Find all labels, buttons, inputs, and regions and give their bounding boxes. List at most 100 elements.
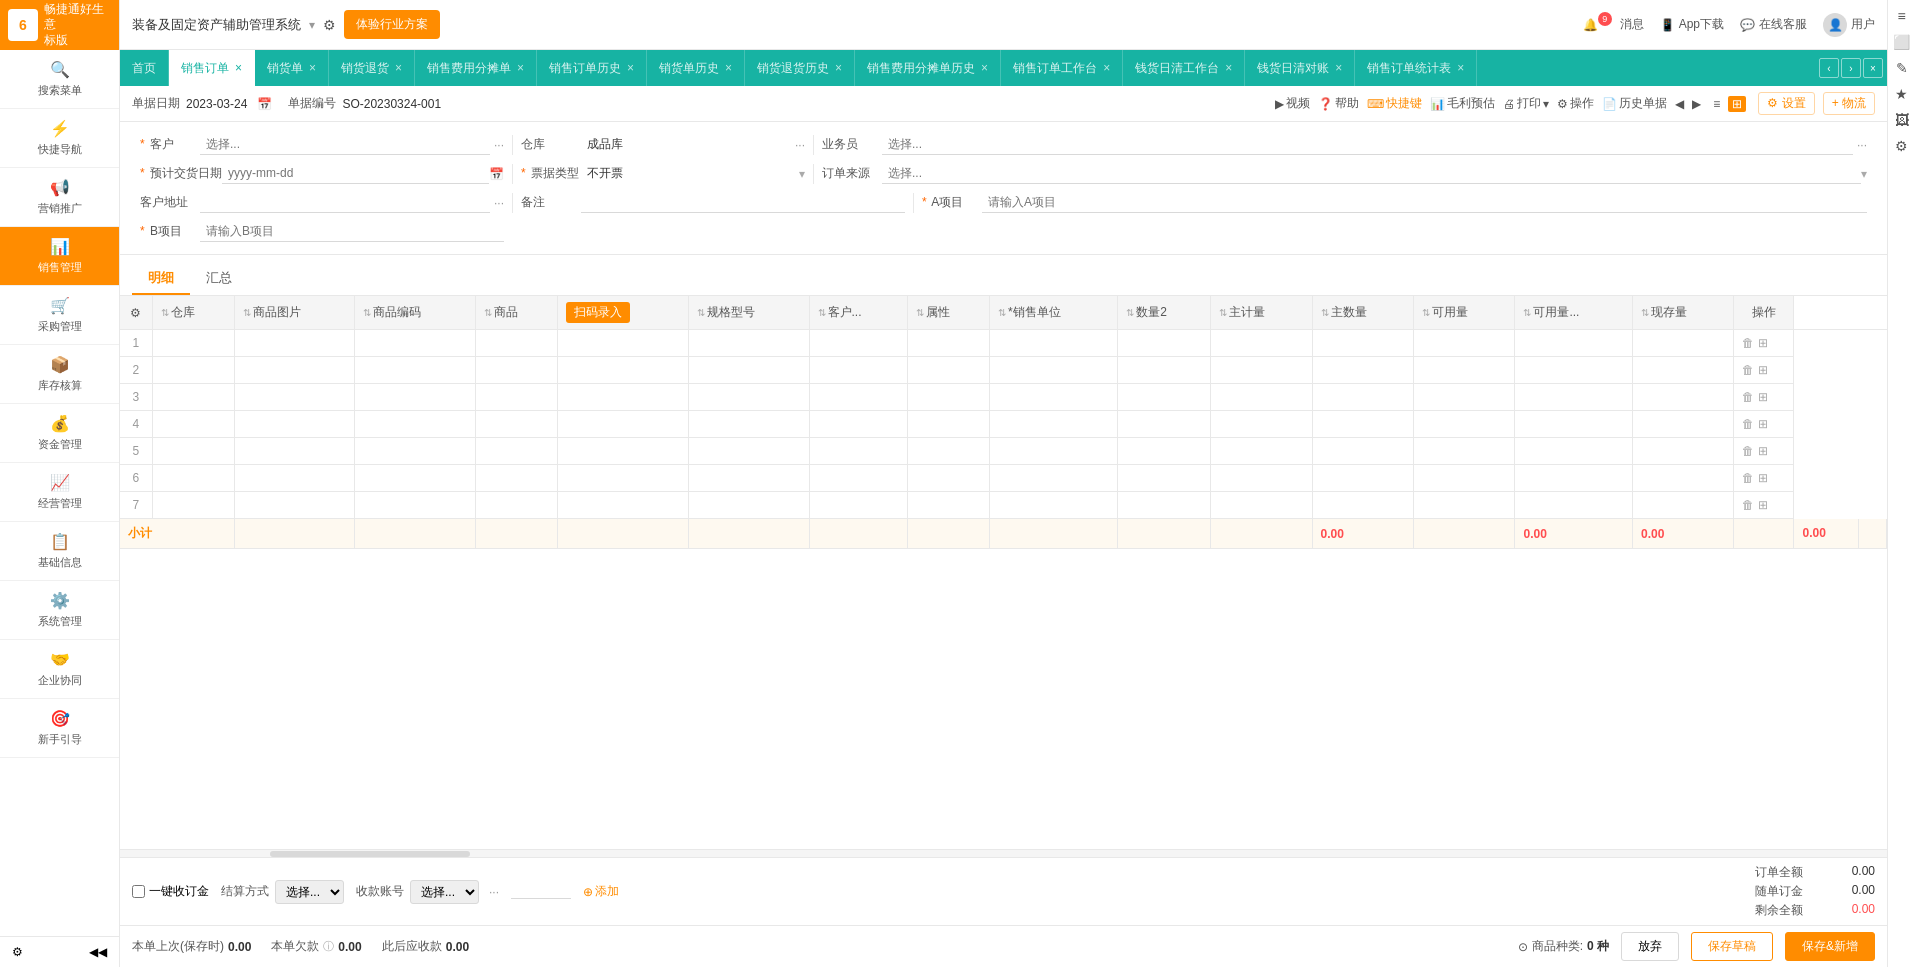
delivery-input[interactable] bbox=[222, 163, 489, 184]
add-logistics-btn[interactable]: + 物流 bbox=[1823, 92, 1875, 115]
copy-icon[interactable]: ⊞ bbox=[1758, 471, 1768, 485]
sidebar-item-新手引导[interactable]: 🎯新手引导 bbox=[0, 699, 119, 758]
cell-product[interactable] bbox=[476, 357, 558, 384]
cell-attribute[interactable] bbox=[907, 438, 989, 465]
print-btn[interactable]: 🖨 打印 ▾ bbox=[1503, 95, 1549, 112]
tab-close-icon-9[interactable]: × bbox=[1103, 61, 1110, 75]
sort-icon-product[interactable]: ⇅ bbox=[484, 307, 492, 318]
cell-main_unit[interactable] bbox=[1211, 384, 1312, 411]
cell-qty2[interactable] bbox=[1118, 411, 1211, 438]
cell-scan[interactable] bbox=[558, 492, 688, 519]
cell-current[interactable] bbox=[1633, 438, 1734, 465]
sort-icon-spec[interactable]: ⇅ bbox=[697, 307, 705, 318]
cell-product[interactable] bbox=[476, 465, 558, 492]
cell-scan[interactable] bbox=[558, 411, 688, 438]
tab-close-icon-12[interactable]: × bbox=[1457, 61, 1464, 75]
settlement-select[interactable]: 选择... bbox=[275, 880, 344, 904]
settings-icon[interactable]: ⚙ bbox=[1890, 134, 1914, 158]
cell-available[interactable] bbox=[1414, 411, 1515, 438]
cell-customer_code[interactable] bbox=[809, 411, 907, 438]
app-download-btn[interactable]: 📱 App下载 bbox=[1660, 16, 1724, 33]
table-tab-1[interactable]: 汇总 bbox=[190, 263, 248, 295]
cell-image[interactable] bbox=[234, 492, 355, 519]
cell-attribute[interactable] bbox=[907, 384, 989, 411]
cell-code[interactable] bbox=[355, 411, 476, 438]
tab-11[interactable]: 钱货日清对账× bbox=[1245, 50, 1355, 86]
cell-current[interactable] bbox=[1633, 492, 1734, 519]
tab-3[interactable]: 销货退货× bbox=[329, 50, 415, 86]
cell-spec[interactable] bbox=[688, 411, 809, 438]
grid-view-icon[interactable]: ≡ bbox=[1713, 97, 1720, 111]
tab-9[interactable]: 销售订单工作台× bbox=[1001, 50, 1123, 86]
col-product[interactable]: ⇅商品 bbox=[476, 296, 558, 330]
cell-spec[interactable] bbox=[688, 357, 809, 384]
cell-scan[interactable] bbox=[558, 384, 688, 411]
settings-topbar-icon[interactable]: ⚙ bbox=[323, 17, 336, 33]
customer-input[interactable] bbox=[200, 134, 490, 155]
cell-main_qty[interactable] bbox=[1312, 330, 1413, 357]
profit-btn[interactable]: 📊 毛利预估 bbox=[1430, 95, 1495, 112]
col-spec[interactable]: ⇅规格型号 bbox=[688, 296, 809, 330]
sidebar-item-搜索菜单[interactable]: 🔍搜索菜单 bbox=[0, 50, 119, 109]
cell-main_qty[interactable] bbox=[1312, 384, 1413, 411]
sort-icon-code[interactable]: ⇅ bbox=[363, 307, 371, 318]
cell-main_unit[interactable] bbox=[1211, 465, 1312, 492]
sort-icon-image[interactable]: ⇅ bbox=[243, 307, 251, 318]
cell-sales_unit[interactable] bbox=[989, 492, 1117, 519]
cell-customer_code[interactable] bbox=[809, 330, 907, 357]
order-source-dropdown-icon[interactable]: ▾ bbox=[1861, 167, 1867, 181]
cell-sales_unit[interactable] bbox=[989, 384, 1117, 411]
cell-op[interactable]: 🗑⊞ bbox=[1734, 357, 1794, 384]
cell-qty2[interactable] bbox=[1118, 465, 1211, 492]
cell-warehouse[interactable] bbox=[152, 411, 234, 438]
cell-code[interactable] bbox=[355, 492, 476, 519]
copy-icon[interactable]: ⊞ bbox=[1758, 498, 1768, 512]
cell-sales_unit[interactable] bbox=[989, 330, 1117, 357]
copy-icon[interactable]: ⊞ bbox=[1758, 336, 1768, 350]
sidebar-item-系统管理[interactable]: ⚙️系统管理 bbox=[0, 581, 119, 640]
box-icon[interactable]: ⬜ bbox=[1890, 30, 1914, 54]
cell-warehouse[interactable] bbox=[152, 492, 234, 519]
cell-attribute[interactable] bbox=[907, 411, 989, 438]
b-project-input[interactable] bbox=[200, 221, 504, 242]
col-gear[interactable]: ⚙ bbox=[120, 296, 152, 330]
cell-attribute[interactable] bbox=[907, 465, 989, 492]
cell-customer_code[interactable] bbox=[809, 357, 907, 384]
sort-icon-current[interactable]: ⇅ bbox=[1641, 307, 1649, 318]
sidebar-item-营销推广[interactable]: 📢营销推广 bbox=[0, 168, 119, 227]
tab-7[interactable]: 销货退货历史× bbox=[745, 50, 855, 86]
account-select[interactable]: 选择... bbox=[410, 880, 479, 904]
cell-available2[interactable] bbox=[1515, 465, 1633, 492]
date-value[interactable]: 2023-03-24 bbox=[186, 97, 247, 111]
tab-close-icon-4[interactable]: × bbox=[517, 61, 524, 75]
address-dots-icon[interactable]: ··· bbox=[494, 196, 504, 210]
cell-main_unit[interactable] bbox=[1211, 492, 1312, 519]
delete-icon[interactable]: 🗑 bbox=[1742, 336, 1754, 350]
cell-main_qty[interactable] bbox=[1312, 357, 1413, 384]
collapse-icon[interactable]: ◀◀ bbox=[89, 945, 107, 959]
cell-current[interactable] bbox=[1633, 357, 1734, 384]
cell-current[interactable] bbox=[1633, 384, 1734, 411]
cell-qty2[interactable] bbox=[1118, 330, 1211, 357]
cell-scan[interactable] bbox=[558, 357, 688, 384]
a-project-input[interactable] bbox=[982, 192, 1867, 213]
cell-main_unit[interactable] bbox=[1211, 411, 1312, 438]
sort-icon-attribute[interactable]: ⇅ bbox=[916, 307, 924, 318]
save-draft-button[interactable]: 保存草稿 bbox=[1691, 932, 1773, 961]
notifications-btn[interactable]: 🔔 9 消息 bbox=[1583, 16, 1644, 33]
cell-qty2[interactable] bbox=[1118, 492, 1211, 519]
tab-close-icon-2[interactable]: × bbox=[309, 61, 316, 75]
cell-code[interactable] bbox=[355, 384, 476, 411]
add-payment-btn[interactable]: ⊕ 添加 bbox=[583, 883, 619, 900]
tab-5[interactable]: 销售订单历史× bbox=[537, 50, 647, 86]
cell-spec[interactable] bbox=[688, 465, 809, 492]
tab-more-btn[interactable]: × bbox=[1863, 58, 1883, 78]
sort-icon-warehouse[interactable]: ⇅ bbox=[161, 307, 169, 318]
sort-icon-available2[interactable]: ⇅ bbox=[1523, 307, 1531, 318]
cell-customer_code[interactable] bbox=[809, 492, 907, 519]
sidebar-item-基础信息[interactable]: 📋基础信息 bbox=[0, 522, 119, 581]
address-input[interactable] bbox=[200, 192, 490, 213]
copy-icon[interactable]: ⊞ bbox=[1758, 363, 1768, 377]
sidebar-item-快捷导航[interactable]: ⚡快捷导航 bbox=[0, 109, 119, 168]
view-btn[interactable]: ▶ 视频 bbox=[1275, 95, 1310, 112]
